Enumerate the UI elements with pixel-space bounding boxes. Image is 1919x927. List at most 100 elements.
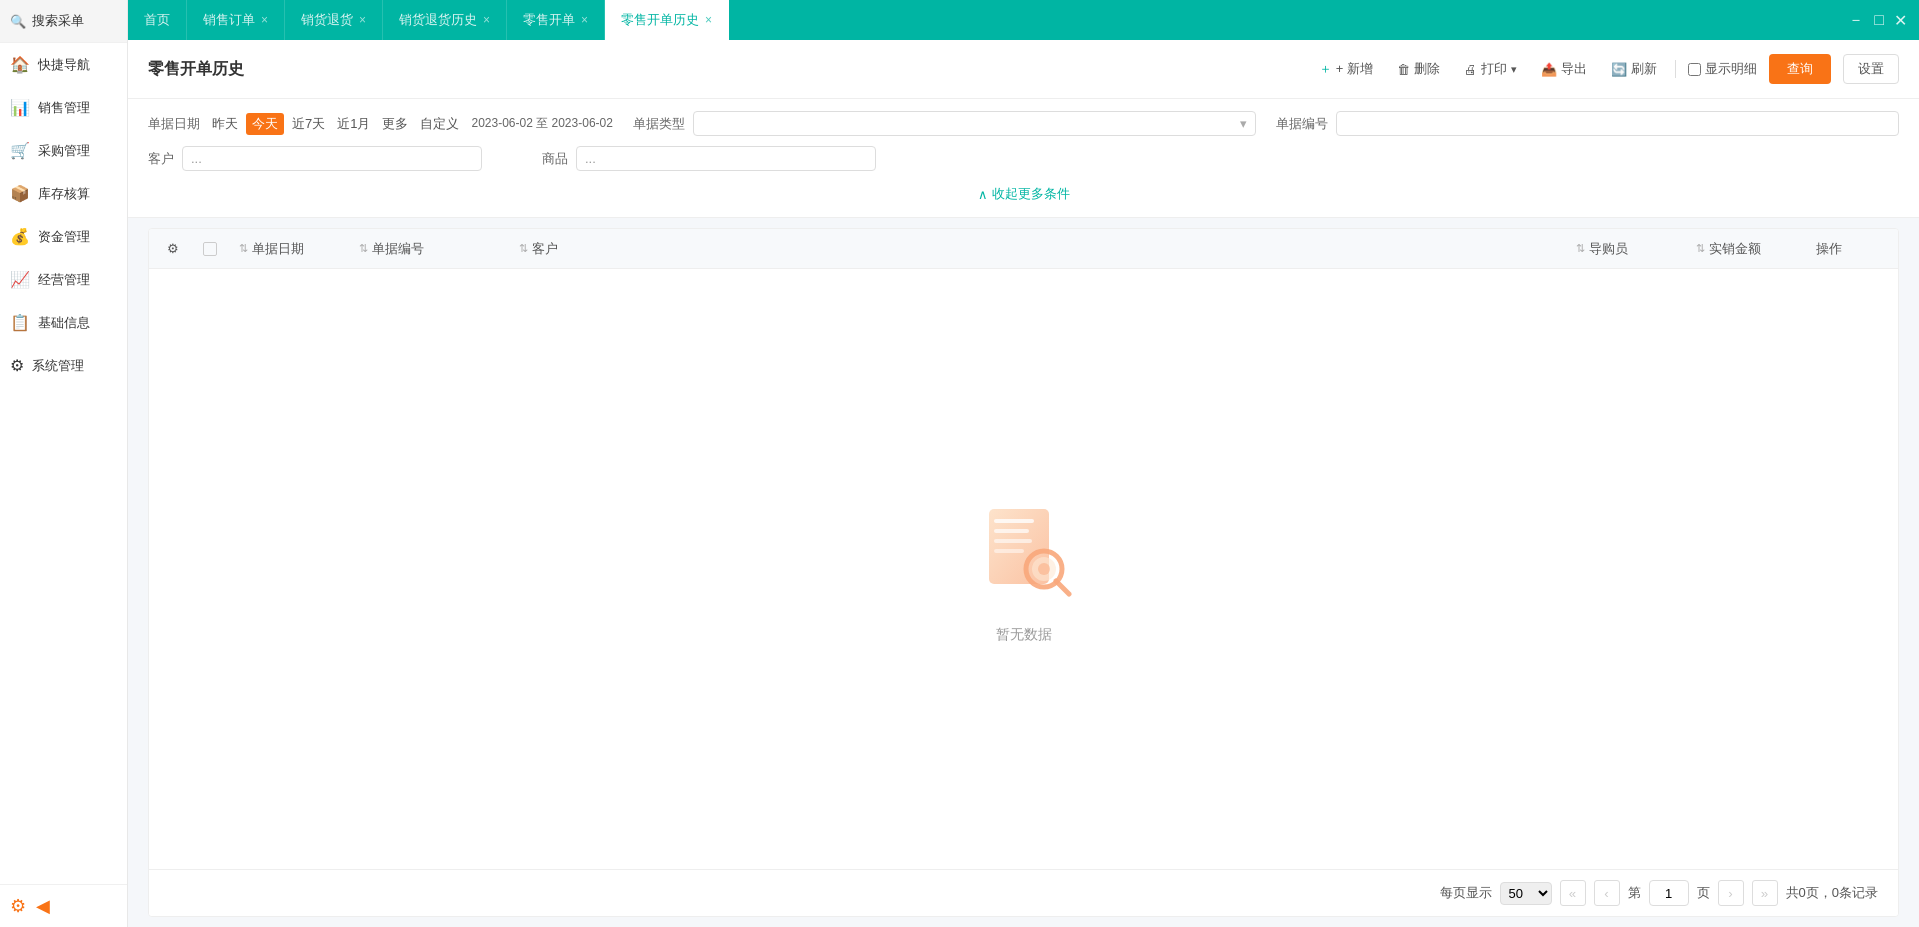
export-btn[interactable]: 📤 导出 [1535, 56, 1593, 82]
sidebar-label-purchase-mgmt: 采购管理 [38, 142, 90, 160]
table-col-checkbox[interactable] [195, 242, 231, 256]
date-btn-custom[interactable]: 自定义 [416, 113, 463, 135]
query-btn[interactable]: 查询 [1769, 54, 1831, 84]
date-range: 2023-06-02 至 2023-06-02 [471, 115, 612, 132]
tab-sales-return-history[interactable]: 销货退货历史 × [383, 0, 507, 40]
refresh-icon: 🔄 [1611, 62, 1627, 77]
page-prev-btn[interactable]: ‹ [1594, 880, 1620, 906]
filter-area: 单据日期 昨天 今天 近7天 近1月 更多 自定义 2023-06-02 至 2… [128, 99, 1919, 218]
page-input[interactable] [1649, 880, 1689, 906]
table-col-action: 操作 [1808, 240, 1888, 258]
tab-label-retail-open: 零售开单 [523, 11, 575, 29]
page-first-btn[interactable]: « [1560, 880, 1586, 906]
col-date-label: 单据日期 [252, 240, 304, 258]
filter-row-1: 单据日期 昨天 今天 近7天 近1月 更多 自定义 2023-06-02 至 2… [148, 111, 1899, 136]
table-col-customer[interactable]: ⇅ 客户 [511, 240, 1568, 258]
sidebar-icon-finance: 💰 [10, 227, 30, 246]
page-label-before: 第 [1628, 884, 1641, 902]
delete-btn[interactable]: 🗑 删除 [1391, 56, 1446, 82]
tab-close-sales-return[interactable]: × [359, 13, 366, 27]
window-close-btn[interactable]: ✕ [1894, 11, 1907, 30]
per-page-label: 每页显示 [1440, 884, 1492, 902]
col-num-label: 单据编号 [372, 240, 424, 258]
table-header: ⚙ ⇅ 单据日期 ⇅ 单据编号 ⇅ 客户 ⇅ [149, 229, 1898, 269]
sidebar-collapse-btn[interactable]: ◀ [36, 895, 50, 917]
sidebar-label-sys-mgmt: 系统管理 [32, 357, 84, 375]
tab-label-sales-order: 销售订单 [203, 11, 255, 29]
svg-rect-4 [994, 549, 1024, 553]
date-btn-last1month[interactable]: 近1月 [333, 113, 374, 135]
window-minimize-btn[interactable]: － [1848, 10, 1864, 31]
tab-retail-open[interactable]: 零售开单 × [507, 0, 605, 40]
display-detail-checkbox[interactable]: 显示明细 [1688, 60, 1757, 78]
delete-label: 删除 [1414, 60, 1440, 78]
sidebar-icon-operation: 📈 [10, 270, 30, 289]
display-detail-input[interactable] [1688, 63, 1701, 76]
toolbar-divider [1675, 60, 1676, 78]
empty-illustration [964, 494, 1084, 614]
display-detail-label: 显示明细 [1705, 60, 1757, 78]
table-col-date[interactable]: ⇅ 单据日期 [231, 240, 351, 258]
sidebar-icon-sales-mgmt: 📊 [10, 98, 30, 117]
sidebar-item-finance[interactable]: 💰 资金管理 [0, 215, 127, 258]
sidebar-icon-purchase-mgmt: 🛒 [10, 141, 30, 160]
sort-num-icon: ⇅ [359, 242, 368, 255]
sidebar-item-inventory[interactable]: 📦库存核算 [0, 172, 127, 215]
sidebar-label-finance: 资金管理 [38, 228, 90, 246]
doc-type-select[interactable]: ▾ [693, 111, 1256, 136]
tab-label-sales-return: 销货退货 [301, 11, 353, 29]
doc-num-input[interactable] [1336, 111, 1899, 136]
sidebar-search[interactable]: 🔍 搜索采单 [0, 0, 127, 43]
pagination: 每页显示 50 100 200 « ‹ 第 页 › » 共0页，0条记录 [149, 869, 1898, 916]
tab-close-sales-order[interactable]: × [261, 13, 268, 27]
table-col-settings[interactable]: ⚙ [159, 241, 195, 256]
customer-dots: ... [191, 151, 202, 166]
date-btn-more[interactable]: 更多 [378, 113, 412, 135]
customer-select[interactable]: ... [182, 146, 482, 171]
tab-sales-return[interactable]: 销货退货 × [285, 0, 383, 40]
sidebar-search-label: 搜索采单 [32, 12, 84, 30]
tab-close-sales-return-history[interactable]: × [483, 13, 490, 27]
sidebar-item-quick-nav[interactable]: 🏠快捷导航 [0, 43, 127, 86]
collapse-btn[interactable]: ∧ 收起更多条件 [148, 181, 1899, 207]
sidebar-item-operation[interactable]: 📈经营管理 [0, 258, 127, 301]
tab-close-retail-open[interactable]: × [581, 13, 588, 27]
sidebar-item-sys-mgmt[interactable]: ⚙系统管理 [0, 344, 127, 387]
date-btn-last7[interactable]: 近7天 [288, 113, 329, 135]
page-last-btn[interactable]: » [1752, 880, 1778, 906]
table-col-guide[interactable]: ⇅ 导购员 [1568, 240, 1688, 258]
window-maximize-btn[interactable]: □ [1874, 11, 1884, 29]
sidebar-item-purchase-mgmt[interactable]: 🛒 采购管理 [0, 129, 127, 172]
col-customer-label: 客户 [532, 240, 558, 258]
tab-retail-history[interactable]: 零售开单历史× [605, 0, 729, 40]
table-col-amount[interactable]: ⇅ 实销金额 [1688, 240, 1808, 258]
select-all-checkbox[interactable] [203, 242, 217, 256]
setting-btn[interactable]: 设置 [1843, 54, 1899, 84]
sidebar-item-basic-info[interactable]: 📋基础信息 [0, 301, 127, 344]
sidebar-label-basic-info: 基础信息 [38, 314, 90, 332]
product-select[interactable]: ... [576, 146, 876, 171]
page-header: 零售开单历史 ＋ + 新增 🗑 删除 🖨 打印 ▾ 📤 导出 [128, 40, 1919, 99]
print-btn[interactable]: 🖨 打印 ▾ [1458, 56, 1523, 82]
collapse-chevron-icon: ∧ [978, 187, 988, 202]
tab-sales-order[interactable]: 销售订单 × [187, 0, 285, 40]
sort-customer-icon: ⇅ [519, 242, 528, 255]
page-label-after: 页 [1697, 884, 1710, 902]
table-col-num[interactable]: ⇅ 单据编号 [351, 240, 511, 258]
per-page-select[interactable]: 50 100 200 [1500, 882, 1552, 905]
tab-label-sales-return-history: 销货退货历史 [399, 11, 477, 29]
date-btn-yesterday[interactable]: 昨天 [208, 113, 242, 135]
page-title: 零售开单历史 [148, 59, 244, 80]
sidebar-item-sales-mgmt[interactable]: 📊销售管理 [0, 86, 127, 129]
tab-close-retail-history[interactable]: × [705, 13, 712, 27]
svg-rect-1 [994, 519, 1034, 523]
sidebar-settings-btn[interactable]: ⚙ [10, 895, 26, 917]
col-amount-label: 实销金额 [1709, 240, 1761, 258]
date-btn-today[interactable]: 今天 [246, 113, 284, 135]
add-icon: ＋ [1319, 60, 1332, 78]
content-area: 零售开单历史 ＋ + 新增 🗑 删除 🖨 打印 ▾ 📤 导出 [128, 40, 1919, 927]
refresh-btn[interactable]: 🔄 刷新 [1605, 56, 1663, 82]
page-next-btn[interactable]: › [1718, 880, 1744, 906]
add-btn[interactable]: ＋ + 新增 [1313, 56, 1379, 82]
tab-home[interactable]: 首页 [128, 0, 187, 40]
